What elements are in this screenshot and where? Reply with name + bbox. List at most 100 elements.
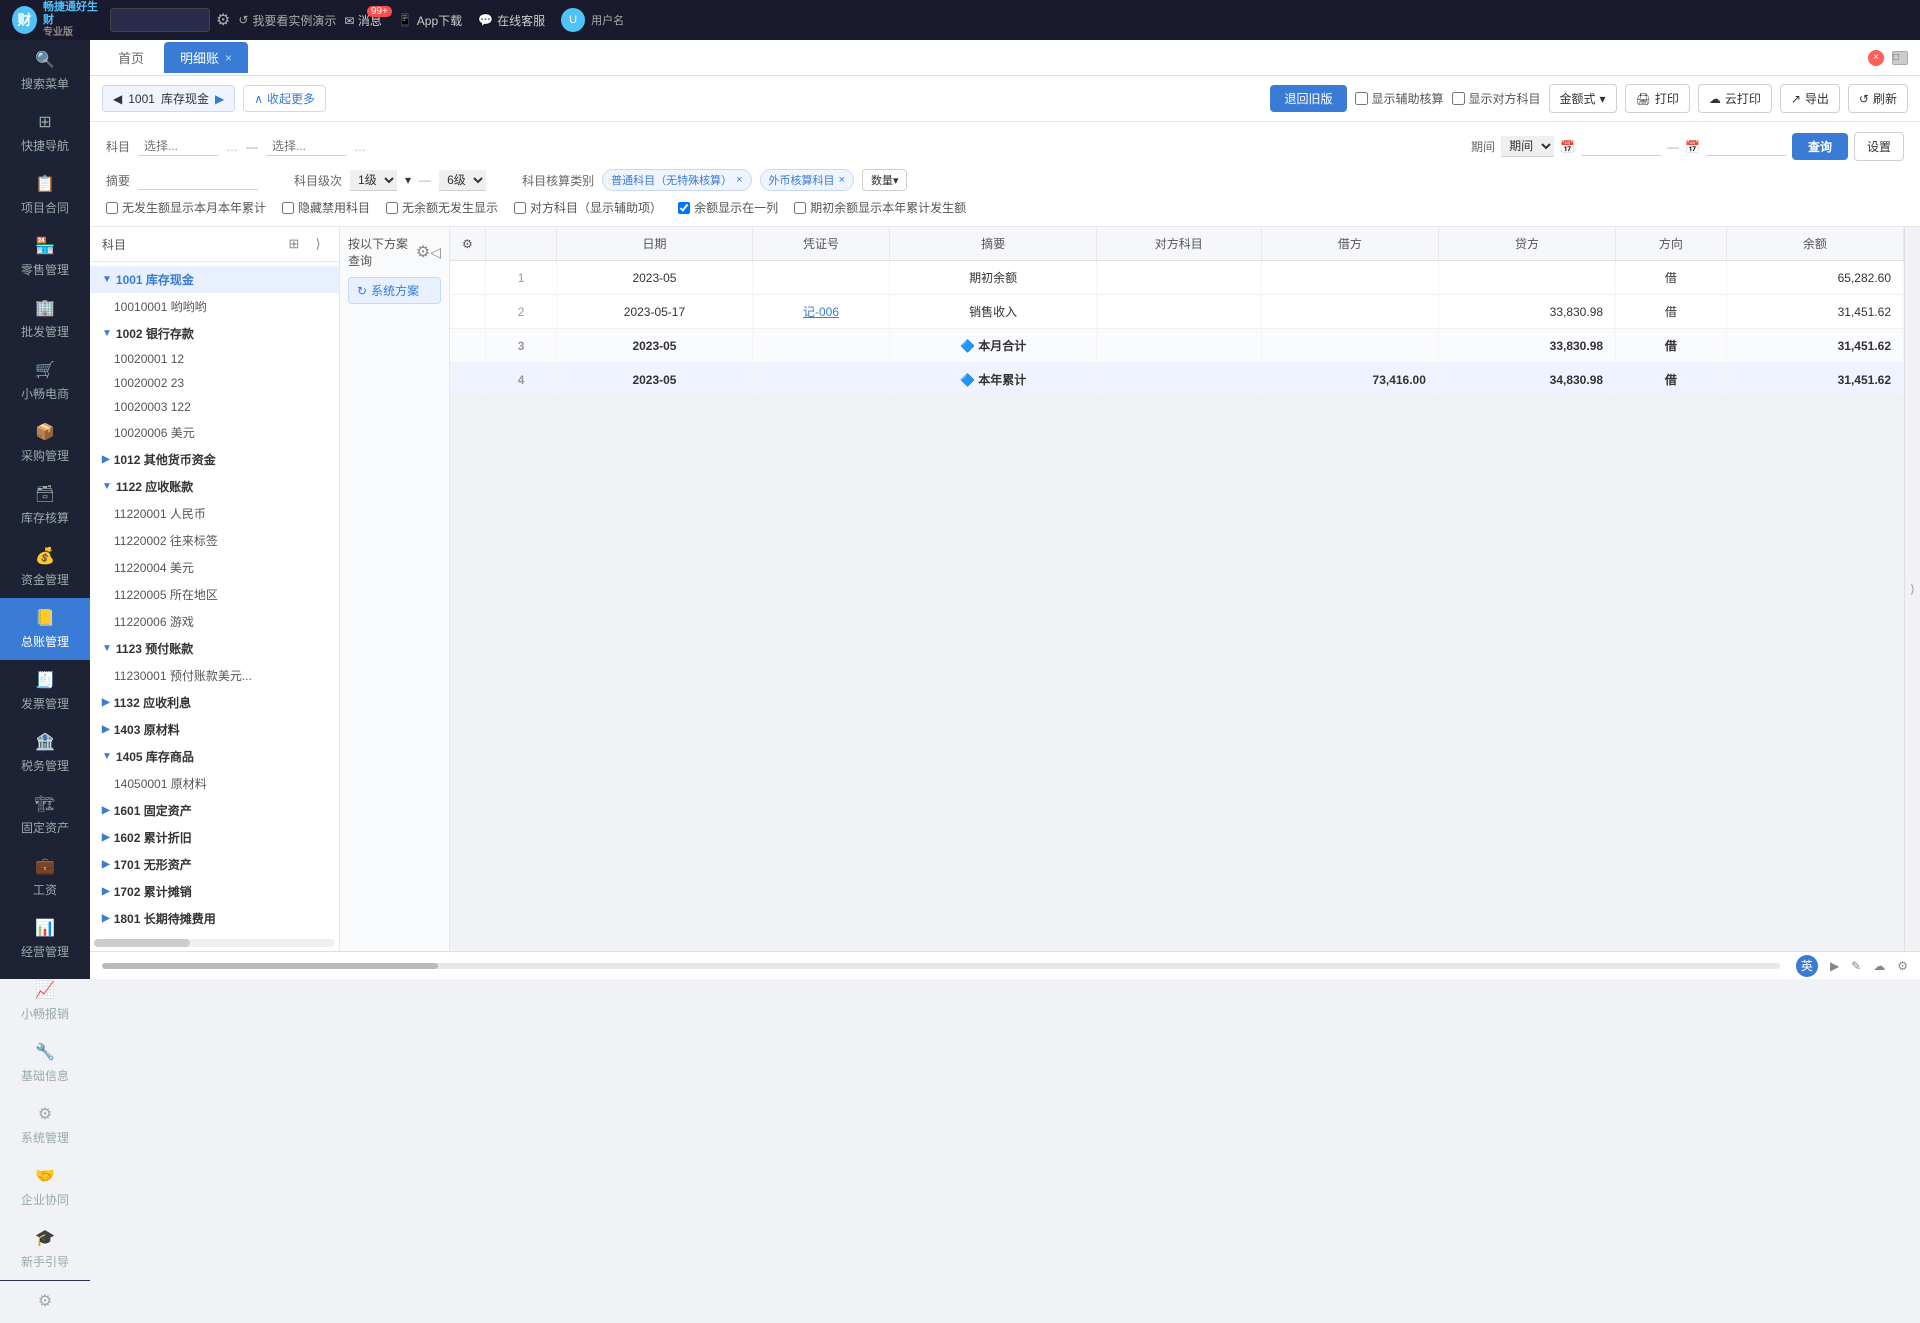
top-search-input[interactable] [110,8,210,32]
status-cloud-icon[interactable]: ☁ [1873,959,1885,973]
status-play-icon[interactable]: ▶ [1830,959,1839,973]
sidebar-item-basic[interactable]: 🔧 基础信息 [0,1032,90,1094]
cb-no-occurrence[interactable]: 无发生额显示本月本年累计 [106,199,266,216]
ordinary-tag[interactable]: 普通科目（无特殊核算） × [602,169,751,191]
cloud-print-button[interactable]: ☁ 云打印 [1698,84,1772,113]
demo-link[interactable]: ↺ 我要看实例演示 [238,12,336,29]
col-debit[interactable]: 借方 [1261,227,1438,261]
sidebar-item-funds[interactable]: 💰 资金管理 [0,536,90,598]
sidebar-item-system[interactable]: ⚙ 系统管理 [0,1094,90,1156]
summary-input[interactable] [138,171,258,190]
settings-button[interactable]: 设置 [1854,132,1904,161]
tree-item-1012[interactable]: ▶ 1012 其他货币资金 [90,446,339,473]
tree-item-11220006[interactable]: 11220006 游戏 [90,608,339,635]
export-button[interactable]: ↗ 导出 [1780,84,1840,113]
window-close-button[interactable]: × [1868,50,1884,66]
col-settings[interactable]: ⚙ [450,227,485,261]
tree-item-1701[interactable]: ▶1701 无形资产 [90,851,339,878]
sidebar-item-search[interactable]: 🔍 搜索菜单 [0,40,90,102]
query-button[interactable]: 查询 [1792,133,1848,160]
tab-home[interactable]: 首页 [102,42,160,73]
sidebar-item-tax[interactable]: 🏦 税务管理 [0,722,90,784]
tab-ledger[interactable]: 明细账 × [164,42,248,73]
account-selector[interactable]: ◀ 1001 库存现金 ▶ [102,85,235,112]
refresh-button[interactable]: ↺ 刷新 [1848,84,1908,113]
status-lang[interactable]: 英 [1796,955,1818,977]
app-download-button[interactable]: 📱 App下载 [398,12,462,29]
cb-no-balance[interactable]: 无余额无发生显示 [386,199,498,216]
level-start-select[interactable]: 1级 [350,170,397,191]
foreign-tag[interactable]: 外币核算科目 × [760,169,854,191]
subject-input-1[interactable] [138,137,218,156]
tree-item-1801[interactable]: ▶1801 长期待摊费用 [90,905,339,932]
voucher-link[interactable]: 记-006 [803,305,839,319]
quantity-dropdown[interactable]: 数量▾ [862,169,908,191]
tree-item-10020001[interactable]: 10020001 12 [90,347,339,371]
cb-period-begin-cum[interactable]: 期初余额显示本年累计发生额 [794,199,966,216]
sidebar-item-wholesale[interactable]: 🏢 批发管理 [0,288,90,350]
status-gear-icon[interactable]: ⚙ [1897,959,1908,973]
col-credit[interactable]: 贷方 [1438,227,1615,261]
tree-ctrl-expand[interactable]: ⟩ [309,235,327,253]
sidebar-item-gear[interactable]: ⚙ [0,1281,90,1323]
tree-item-11220005[interactable]: 11220005 所在地区 [90,581,339,608]
sidebar-item-sales-report[interactable]: 📈 小畅报销 [0,970,90,1032]
query-settings-icon[interactable]: ⚙ [416,242,430,262]
query-collapse-icon[interactable]: ◁ [430,244,441,261]
subject-input-2[interactable] [266,137,346,156]
user-area[interactable]: U 用户名 [561,8,624,32]
col-direction[interactable]: 方向 [1616,227,1727,261]
message-button[interactable]: ✉ 消息 99+ [344,12,381,29]
account-arrow-right[interactable]: ▶ [215,92,224,106]
tree-item-1001[interactable]: ▼ 1001 库存现金 [90,266,339,293]
col-voucher[interactable]: 凭证号 [752,227,890,261]
ordinary-tag-remove[interactable]: × [736,174,742,186]
sidebar-item-project[interactable]: 📋 项目合同 [0,164,90,226]
sidebar-item-inventory[interactable]: 🗃 库存核算 [0,474,90,536]
sidebar-item-purchase[interactable]: 📦 采购管理 [0,412,90,474]
tree-item-11220002[interactable]: 11220002 往来标签 [90,527,339,554]
cb-counterpart-show[interactable]: 对方科目（显示辅助项） [514,199,662,216]
tree-item-11220004[interactable]: 11220004 美元 [90,554,339,581]
tree-item-11230001[interactable]: 11230001 预付账款美元... [90,662,339,689]
sidebar-item-ecommerce[interactable]: 🛒 小畅电商 [0,350,90,412]
tree-ctrl-grid[interactable]: ⊞ [285,235,303,253]
tree-item-1123[interactable]: ▼ 1123 预付账款 [90,635,339,662]
window-max-button[interactable]: □ [1892,51,1908,65]
tree-body[interactable]: ▼ 1001 库存现金 10010001 哟哟哟 ▼ 1002 银行存款 100… [90,262,339,935]
sidebar-item-guide[interactable]: 🎓 新手引导 [0,1218,90,1280]
tree-item-11220001[interactable]: 11220001 人民币 [90,500,339,527]
tree-item-1405[interactable]: ▼ 1405 库存商品 [90,743,339,770]
tree-item-1602[interactable]: ▶1602 累计折旧 [90,824,339,851]
col-summary[interactable]: 摘要 [890,227,1096,261]
tree-item-2202[interactable]: ▶2202 应付账款 [90,932,339,935]
tree-item-1122[interactable]: ▼ 1122 应收账款 [90,473,339,500]
settings-icon[interactable]: ⚙ [216,10,230,30]
tree-item-1002[interactable]: ▼ 1002 银行存款 [90,320,339,347]
show-counterpart-checkbox[interactable]: 显示对方科目 [1452,90,1541,107]
return-old-version-button[interactable]: 退回旧版 [1270,85,1346,112]
sidebar-item-ledger[interactable]: 📒 总账管理 [0,598,90,660]
expand-more-button[interactable]: ∧ 收起更多 [243,85,326,112]
period-end-input[interactable]: 2023-05 [1706,137,1786,156]
foreign-tag-remove[interactable]: × [839,174,845,186]
tree-item-1403[interactable]: ▶1403 原材料 [90,716,339,743]
status-edit-icon[interactable]: ✎ [1851,959,1861,973]
sidebar-item-retail[interactable]: 🏪 零售管理 [0,226,90,288]
col-date[interactable]: 日期 [557,227,752,261]
tree-item-10020006[interactable]: 10020006 美元 [90,419,339,446]
tree-item-10010001[interactable]: 10010001 哟哟哟 [90,293,339,320]
tab-close-icon[interactable]: × [225,51,232,65]
h-scrollbar[interactable] [102,963,1780,969]
sidebar-item-operations[interactable]: 📊 经营管理 [0,908,90,970]
tree-item-1601[interactable]: ▶1601 固定资产 [90,797,339,824]
sidebar-item-enterprise[interactable]: 🤝 企业协同 [0,1156,90,1218]
sidebar-item-assets[interactable]: 🏗 固定资产 [0,784,90,846]
sidebar-item-invoice[interactable]: 🧾 发票管理 [0,660,90,722]
sidebar-item-payroll[interactable]: 💼 工资 [0,846,90,908]
online-service-button[interactable]: 💬 在线客服 [478,12,545,29]
right-collapse-panel[interactable]: ⟩ [1904,227,1920,951]
period-type-select[interactable]: 期间 [1501,136,1554,157]
query-scheme-button[interactable]: ↻ 系统方案 [348,277,441,304]
level-end-select[interactable]: 6级 [439,170,486,191]
